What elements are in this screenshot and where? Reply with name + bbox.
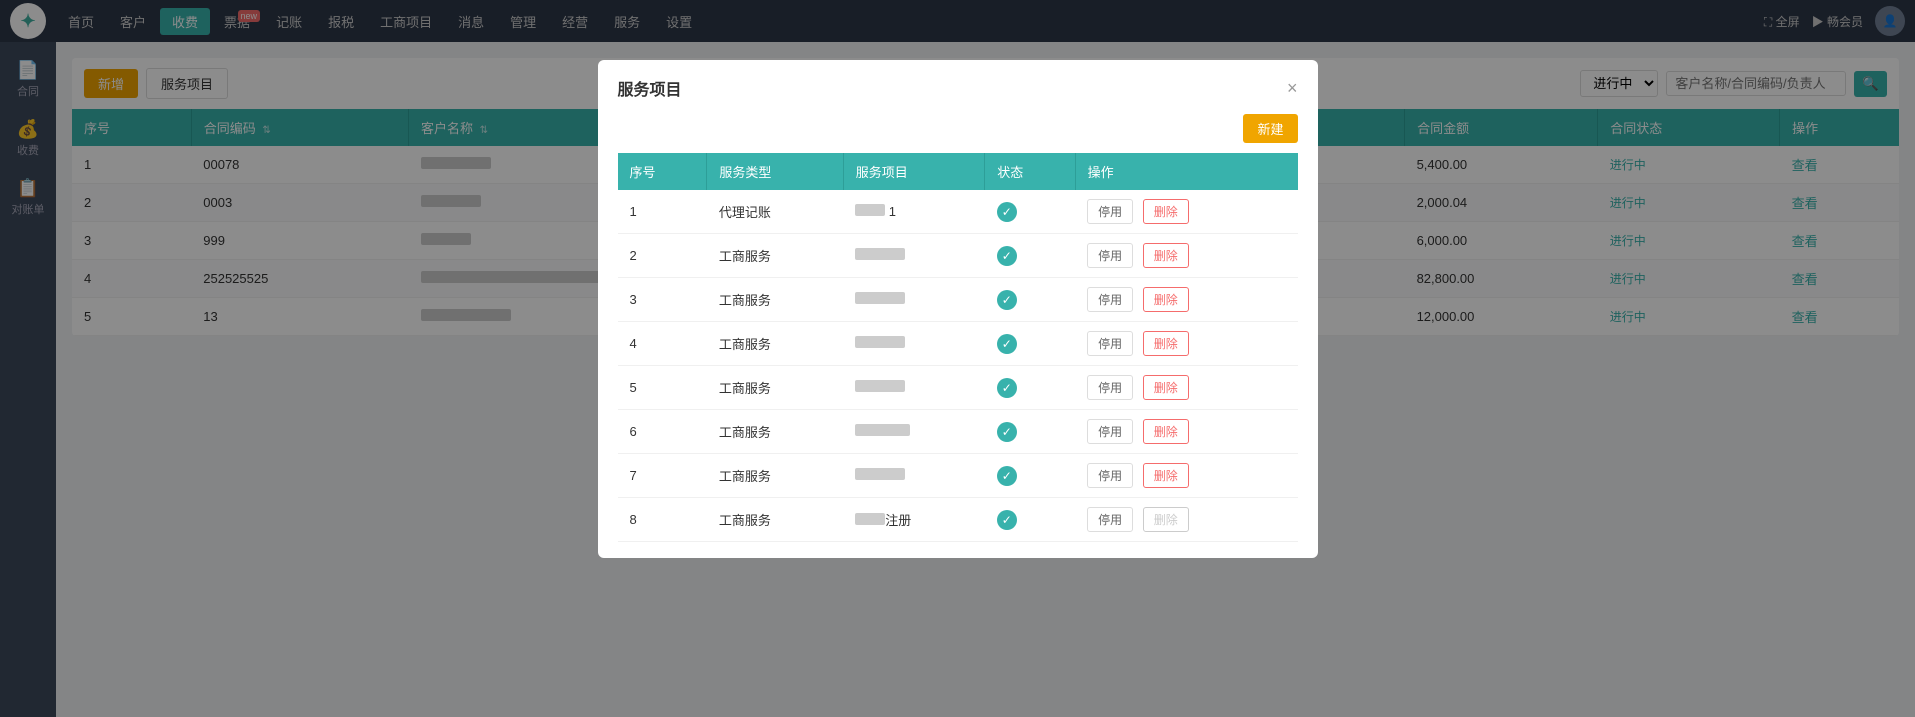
modal-col-action: 操作 bbox=[1075, 153, 1297, 190]
status-check-icon: ✓ bbox=[997, 334, 1017, 354]
modal-cell-seq: 6 bbox=[618, 410, 707, 454]
stop-button[interactable]: 停用 bbox=[1087, 243, 1133, 268]
modal-col-item: 服务项目 bbox=[843, 153, 985, 190]
modal-cell-seq: 1 bbox=[618, 190, 707, 234]
modal-cell-status: ✓ bbox=[985, 498, 1075, 542]
modal-cell-type: 工商服务 bbox=[707, 322, 843, 366]
stop-button[interactable]: 停用 bbox=[1087, 331, 1133, 356]
modal-cell-item bbox=[843, 366, 985, 410]
modal-cell-type: 工商服务 bbox=[707, 410, 843, 454]
modal-cell-seq: 7 bbox=[618, 454, 707, 498]
delete-button[interactable]: 删除 bbox=[1143, 243, 1189, 268]
modal-cell-status: ✓ bbox=[985, 454, 1075, 498]
modal-cell-item bbox=[843, 410, 985, 454]
modal-table-row: 7 工商服务 ✓ 停用 删除 bbox=[618, 454, 1298, 498]
modal-title: 服务项目 bbox=[618, 76, 682, 100]
modal-cell-item bbox=[843, 322, 985, 366]
delete-button[interactable]: 删除 bbox=[1143, 199, 1189, 224]
modal-cell-seq: 2 bbox=[618, 234, 707, 278]
modal-cell-status: ✓ bbox=[985, 410, 1075, 454]
modal-cell-status: ✓ bbox=[985, 366, 1075, 410]
modal-cell-action[interactable]: 停用 删除 bbox=[1075, 322, 1297, 366]
status-check-icon: ✓ bbox=[997, 290, 1017, 310]
service-items-modal: 服务项目 × 新建 序号 服务类型 服务项目 状态 操作 bbox=[598, 60, 1318, 558]
modal-cell-action[interactable]: 停用 删除 bbox=[1075, 278, 1297, 322]
modal-table-row: 1 代理记账 1 ✓ 停用 删除 bbox=[618, 190, 1298, 234]
modal-table-header: 序号 服务类型 服务项目 状态 操作 bbox=[618, 153, 1298, 190]
modal-table-body: 1 代理记账 1 ✓ 停用 删除 2 工商服务 ✓ 停用 删除 3 工商服务 ✓… bbox=[618, 190, 1298, 542]
status-check-icon: ✓ bbox=[997, 246, 1017, 266]
modal-cell-item bbox=[843, 234, 985, 278]
modal-table-row: 3 工商服务 ✓ 停用 删除 bbox=[618, 278, 1298, 322]
stop-button[interactable]: 停用 bbox=[1087, 375, 1133, 400]
modal-service-table: 序号 服务类型 服务项目 状态 操作 1 代理记账 1 ✓ 停用 删除 2 工商 bbox=[618, 153, 1298, 542]
modal-col-status: 状态 bbox=[985, 153, 1075, 190]
modal-new-button[interactable]: 新建 bbox=[1243, 114, 1297, 143]
modal-table-row: 5 工商服务 ✓ 停用 删除 bbox=[618, 366, 1298, 410]
modal-cell-status: ✓ bbox=[985, 234, 1075, 278]
modal-cell-item bbox=[843, 454, 985, 498]
modal-table-row: 4 工商服务 ✓ 停用 删除 bbox=[618, 322, 1298, 366]
modal-col-type: 服务类型 bbox=[707, 153, 843, 190]
modal-cell-type: 工商服务 bbox=[707, 234, 843, 278]
stop-button[interactable]: 停用 bbox=[1087, 287, 1133, 312]
modal-cell-action[interactable]: 停用 删除 bbox=[1075, 234, 1297, 278]
delete-button[interactable]: 删除 bbox=[1143, 507, 1189, 532]
delete-button[interactable]: 删除 bbox=[1143, 331, 1189, 356]
modal-col-seq: 序号 bbox=[618, 153, 707, 190]
modal-cell-seq: 3 bbox=[618, 278, 707, 322]
status-check-icon: ✓ bbox=[997, 422, 1017, 442]
modal-cell-item: 注册 bbox=[843, 498, 985, 542]
modal-cell-type: 工商服务 bbox=[707, 498, 843, 542]
modal-cell-action[interactable]: 停用 删除 bbox=[1075, 454, 1297, 498]
modal-cell-action[interactable]: 停用 删除 bbox=[1075, 410, 1297, 454]
modal-cell-action[interactable]: 停用 删除 bbox=[1075, 366, 1297, 410]
modal-close-button[interactable]: × bbox=[1287, 79, 1298, 97]
stop-button[interactable]: 停用 bbox=[1087, 199, 1133, 224]
modal-cell-status: ✓ bbox=[985, 278, 1075, 322]
modal-cell-type: 工商服务 bbox=[707, 366, 843, 410]
modal-cell-type: 工商服务 bbox=[707, 454, 843, 498]
delete-button[interactable]: 删除 bbox=[1143, 375, 1189, 400]
modal-cell-seq: 8 bbox=[618, 498, 707, 542]
modal-cell-type: 代理记账 bbox=[707, 190, 843, 234]
delete-button[interactable]: 删除 bbox=[1143, 287, 1189, 312]
status-check-icon: ✓ bbox=[997, 510, 1017, 530]
modal-cell-type: 工商服务 bbox=[707, 278, 843, 322]
modal-body[interactable]: 序号 服务类型 服务项目 状态 操作 1 代理记账 1 ✓ 停用 删除 2 工商 bbox=[598, 153, 1318, 558]
stop-button[interactable]: 停用 bbox=[1087, 463, 1133, 488]
modal-cell-item: 1 bbox=[843, 190, 985, 234]
modal-cell-status: ✓ bbox=[985, 322, 1075, 366]
modal-table-row: 8 工商服务 注册 ✓ 停用 删除 bbox=[618, 498, 1298, 542]
status-check-icon: ✓ bbox=[997, 378, 1017, 398]
modal-cell-action[interactable]: 停用 删除 bbox=[1075, 498, 1297, 542]
delete-button[interactable]: 删除 bbox=[1143, 419, 1189, 444]
delete-button[interactable]: 删除 bbox=[1143, 463, 1189, 488]
modal-table-row: 6 工商服务 ✓ 停用 删除 bbox=[618, 410, 1298, 454]
modal-cell-seq: 5 bbox=[618, 366, 707, 410]
stop-button[interactable]: 停用 bbox=[1087, 419, 1133, 444]
modal-cell-item bbox=[843, 278, 985, 322]
modal-overlay[interactable]: 服务项目 × 新建 序号 服务类型 服务项目 状态 操作 bbox=[0, 0, 1915, 717]
modal-table-row: 2 工商服务 ✓ 停用 删除 bbox=[618, 234, 1298, 278]
status-check-icon: ✓ bbox=[997, 466, 1017, 486]
modal-header: 服务项目 × bbox=[598, 60, 1318, 110]
modal-toolbar: 新建 bbox=[598, 110, 1318, 153]
stop-button[interactable]: 停用 bbox=[1087, 507, 1133, 532]
status-check-icon: ✓ bbox=[997, 202, 1017, 222]
modal-cell-seq: 4 bbox=[618, 322, 707, 366]
modal-cell-action[interactable]: 停用 删除 bbox=[1075, 190, 1297, 234]
modal-cell-status: ✓ bbox=[985, 190, 1075, 234]
